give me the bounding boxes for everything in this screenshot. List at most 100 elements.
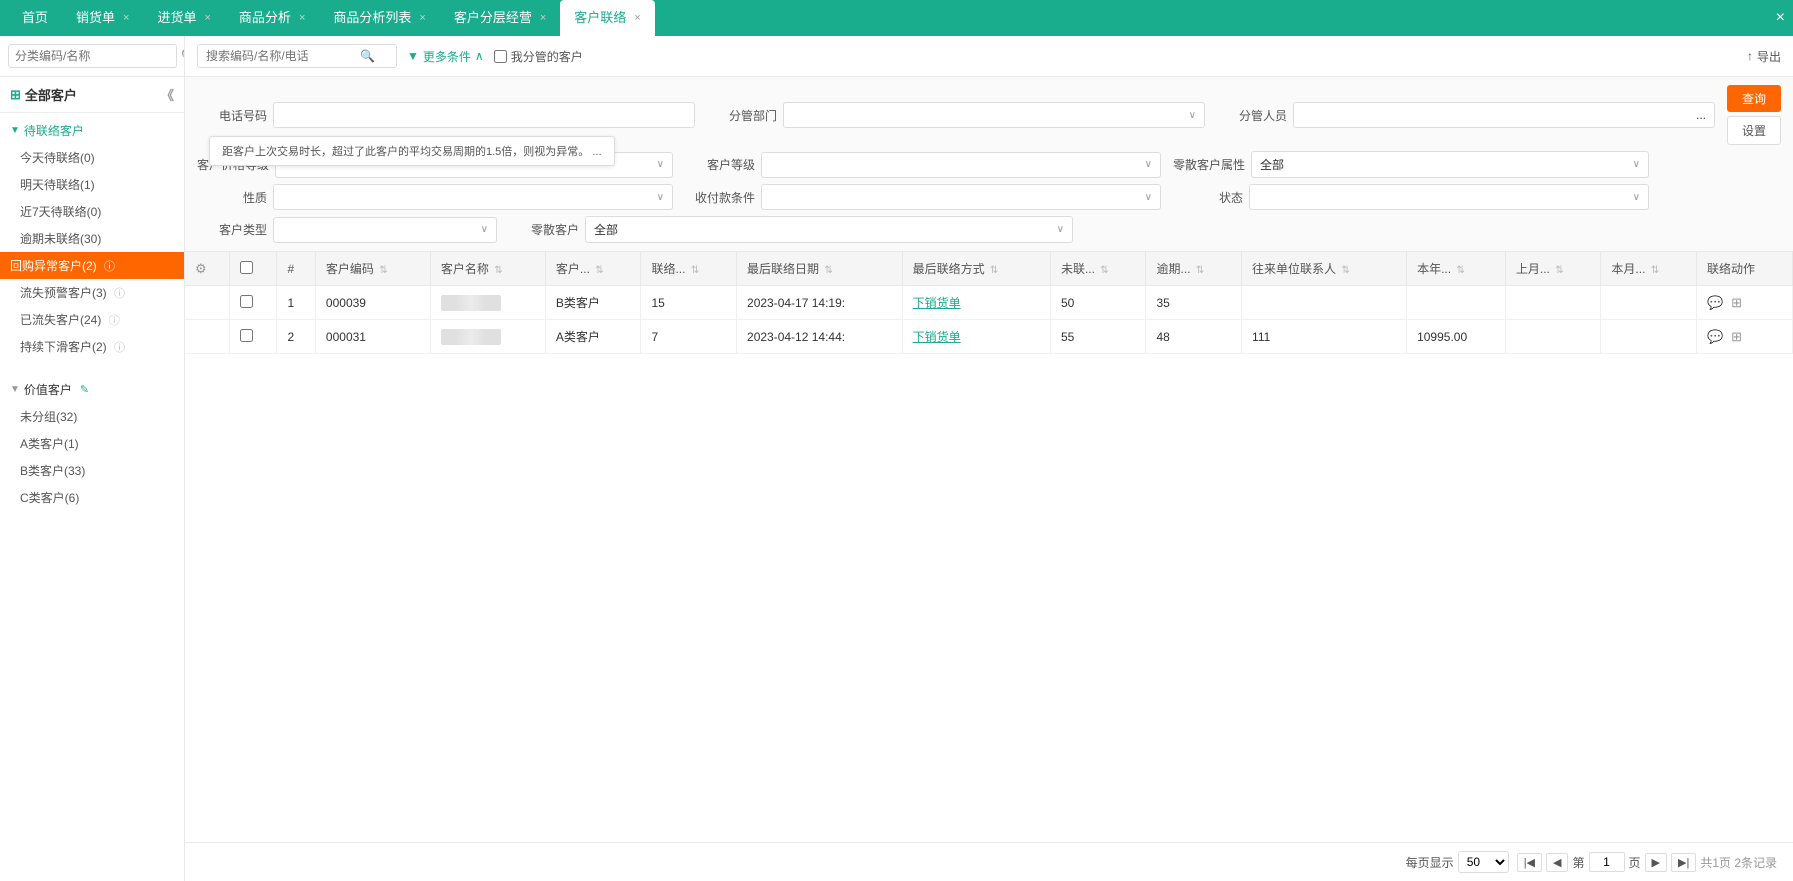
nav-sales[interactable]: 销货单 ×: [62, 0, 143, 36]
close-analysis-list-icon[interactable]: ×: [419, 0, 425, 36]
ellipsis-icon: ...: [1696, 108, 1706, 122]
filter-row-4: 距客户上次交易时长，超过了此客户的平均交易周期的1.5倍，则视为异常。 ... …: [197, 216, 1781, 243]
next-page-btn[interactable]: ▶: [1645, 853, 1667, 872]
chat-icon-1[interactable]: 💬: [1707, 329, 1723, 345]
status-select[interactable]: ∨: [1249, 184, 1649, 210]
export-button[interactable]: ↑ 导出: [1747, 48, 1781, 65]
person-select[interactable]: ...: [1293, 102, 1715, 128]
sort-lmonth-icon[interactable]: ⇅: [1555, 265, 1563, 276]
dept-select[interactable]: ∨: [783, 102, 1205, 128]
sidebar-churned[interactable]: 已流失客户(24) ⓘ: [0, 306, 184, 333]
close-analysis-icon[interactable]: ×: [299, 0, 305, 36]
first-page-btn[interactable]: |◀: [1517, 853, 1542, 872]
sort-unit-icon[interactable]: ⇅: [1341, 265, 1349, 276]
customer-level-select[interactable]: ∨: [761, 152, 1161, 178]
sidebar-today-contact[interactable]: 今天待联络(0): [0, 144, 184, 171]
close-customer-layer-icon[interactable]: ×: [540, 0, 546, 36]
nav-analysis-list[interactable]: 商品分析列表 ×: [319, 0, 439, 36]
chat-icon-0[interactable]: 💬: [1707, 295, 1723, 311]
menu-icon-0[interactable]: ⊞: [1731, 295, 1742, 311]
sidebar-churn-warning[interactable]: 流失预警客户(3) ⓘ: [0, 279, 184, 306]
sidebar-a-class[interactable]: A类客户(1): [0, 430, 184, 457]
sort-name-icon[interactable]: ⇅: [494, 265, 502, 276]
filter-search-icon[interactable]: 🔍: [360, 49, 375, 63]
cell-checkbox-0[interactable]: [230, 286, 277, 320]
filter-search-box[interactable]: 🔍: [197, 44, 397, 68]
top-nav: 首页 销货单 × 进货单 × 商品分析 × 商品分析列表 × 客户分层经营 × …: [0, 0, 1793, 36]
filter-search-input[interactable]: [206, 49, 356, 63]
per-page-select[interactable]: 50 100 200: [1458, 851, 1509, 873]
sidebar-ungrouped[interactable]: 未分组(32): [0, 403, 184, 430]
more-conditions-btn[interactable]: ▼ 更多条件 ∧: [407, 48, 484, 65]
sort-unread-icon[interactable]: ⇅: [1100, 265, 1108, 276]
gender-select[interactable]: ∨: [273, 184, 673, 210]
table-settings-icon[interactable]: ⚙: [195, 261, 207, 276]
phone-input[interactable]: [273, 102, 695, 128]
nav-analysis[interactable]: 商品分析 ×: [225, 0, 319, 36]
settings-button[interactable]: 设置: [1727, 116, 1781, 145]
nav-purchase[interactable]: 进货单 ×: [143, 0, 224, 36]
close-purchase-icon[interactable]: ×: [204, 0, 210, 36]
data-table: ⚙ # 客户编码 ⇅ 客户名称 ⇅ 客户... ⇅: [185, 252, 1793, 354]
filter-gender: 性质 ∨: [197, 184, 673, 210]
sidebar-declining[interactable]: 持续下滑客户(2) ⓘ: [0, 333, 184, 360]
contact-way-link-0[interactable]: 下销货单: [913, 296, 961, 310]
th-contact: 联络... ⇅: [641, 252, 737, 286]
edit-icon[interactable]: ✎: [80, 383, 89, 396]
sort-tmonth-icon[interactable]: ⇅: [1651, 265, 1659, 276]
data-table-wrapper: ⚙ # 客户编码 ⇅ 客户名称 ⇅ 客户... ⇅: [185, 252, 1793, 842]
sidebar-contact-group[interactable]: ▼ 待联络客户: [0, 117, 184, 144]
sort-year-icon[interactable]: ⇅: [1456, 265, 1464, 276]
th-checkbox[interactable]: [230, 252, 277, 286]
contact-way-link-1[interactable]: 下销货单: [913, 330, 961, 344]
menu-icon-1[interactable]: ⊞: [1731, 329, 1742, 345]
cell-date-1: 2023-04-12 14:44:: [737, 320, 903, 354]
close-customer-contact-icon[interactable]: ×: [634, 0, 640, 36]
advanced-filters: 电话号码 分管部门 ∨ 分管人员 ...: [185, 77, 1793, 252]
th-settings[interactable]: ⚙: [185, 252, 230, 286]
nav-customer-contact[interactable]: 客户联络 ×: [560, 0, 654, 36]
last-page-btn[interactable]: ▶|: [1671, 853, 1696, 872]
retail-customer-select[interactable]: 全部 ∨: [585, 216, 1073, 243]
row-checkbox-0[interactable]: [240, 295, 253, 308]
cell-way-1[interactable]: 下销货单: [902, 320, 1050, 354]
close-all-btn[interactable]: ×: [1776, 9, 1785, 27]
cell-checkbox-1[interactable]: [230, 320, 277, 354]
nav-home[interactable]: 首页: [8, 0, 62, 36]
cell-no-0: 1: [277, 286, 315, 320]
payment-select[interactable]: ∨: [761, 184, 1161, 210]
info-icon3: ⓘ: [109, 315, 120, 327]
sidebar-collapse-icon[interactable]: 《: [161, 85, 174, 104]
sidebar-tomorrow-contact[interactable]: 明天待联络(1): [0, 171, 184, 198]
page-input[interactable]: [1589, 852, 1625, 872]
sidebar-7days-contact[interactable]: 近7天待联络(0): [0, 198, 184, 225]
query-button[interactable]: 查询: [1727, 85, 1781, 112]
my-customers-toggle[interactable]: 我分管的客户: [494, 48, 583, 65]
tooltip-more: ...: [592, 146, 601, 158]
sidebar-overdue-contact[interactable]: 逾期未联络(30): [0, 225, 184, 252]
sidebar-c-class[interactable]: C类客户(6): [0, 484, 184, 511]
select-all-checkbox[interactable]: [240, 261, 253, 274]
sidebar-repurchase-abnormal[interactable]: 回购异常客户(2) ⓘ: [0, 252, 184, 279]
sort-way-icon[interactable]: ⇅: [990, 265, 998, 276]
retail-customer-label: 零散客户: [509, 221, 579, 238]
customer-type-select[interactable]: ∨: [273, 217, 497, 243]
prev-page-btn[interactable]: ◀: [1546, 853, 1568, 872]
sidebar-value-group[interactable]: ▼ 价值客户 ✎: [0, 376, 184, 403]
nav-customer-layer[interactable]: 客户分层经营 ×: [440, 0, 560, 36]
my-customers-checkbox[interactable]: [494, 50, 507, 63]
sort-date-icon[interactable]: ⇅: [824, 265, 832, 276]
filter-phone: 电话号码: [197, 102, 695, 128]
retail-attr-select[interactable]: 全部 ∨: [1251, 151, 1649, 178]
sidebar-b-class[interactable]: B类客户(33): [0, 457, 184, 484]
cell-way-0[interactable]: 下销货单: [902, 286, 1050, 320]
sort-code-icon[interactable]: ⇅: [379, 265, 387, 276]
row-checkbox-1[interactable]: [240, 329, 253, 342]
sort-level-icon[interactable]: ⇅: [595, 265, 603, 276]
sidebar-all-customers[interactable]: ⊞ 全部客户 《: [0, 77, 184, 113]
th-last-contact-date: 最后联络日期 ⇅: [737, 252, 903, 286]
sidebar-search-input[interactable]: [8, 44, 177, 68]
sort-overdue-icon[interactable]: ⇅: [1196, 265, 1204, 276]
sort-contact-icon[interactable]: ⇅: [691, 265, 699, 276]
close-sales-icon[interactable]: ×: [123, 0, 129, 36]
